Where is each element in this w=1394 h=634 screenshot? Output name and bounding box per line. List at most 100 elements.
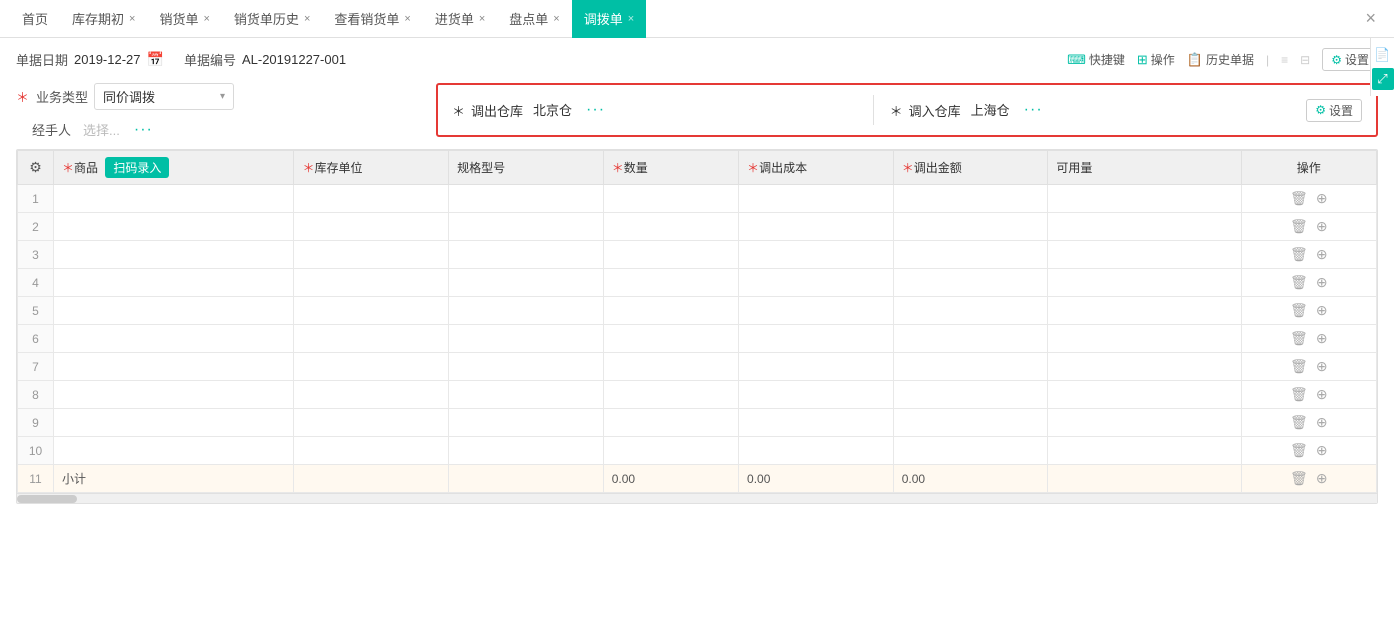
row-amount[interactable]	[893, 241, 1048, 269]
row-spec[interactable]	[449, 409, 604, 437]
row-unit[interactable]	[294, 409, 449, 437]
row-available[interactable]	[1048, 213, 1241, 241]
row-amount[interactable]	[893, 269, 1048, 297]
row-available[interactable]	[1048, 325, 1241, 353]
row-cost[interactable]	[739, 409, 894, 437]
row-qty[interactable]	[603, 269, 738, 297]
row-spec[interactable]	[449, 269, 604, 297]
horizontal-scrollbar[interactable]	[17, 493, 1377, 503]
row-amount[interactable]	[893, 185, 1048, 213]
delete-icon[interactable]: 🗑	[1290, 358, 1308, 375]
row-spec[interactable]	[449, 353, 604, 381]
business-type-select[interactable]: 同价调拨 ▾	[94, 83, 234, 110]
row-available[interactable]	[1048, 437, 1241, 465]
right-panel-doc-button[interactable]: 📄	[1372, 44, 1394, 66]
row-amount[interactable]	[893, 213, 1048, 241]
row-qty[interactable]	[603, 381, 738, 409]
row-amount[interactable]	[893, 297, 1048, 325]
calendar-icon[interactable]: 📅	[147, 51, 164, 68]
copy-icon[interactable]: ⊕	[1316, 330, 1328, 347]
row-available[interactable]	[1048, 241, 1241, 269]
row-spec[interactable]	[449, 241, 604, 269]
warehouse-settings-btn[interactable]: ⚙ 设置	[1306, 99, 1362, 122]
row-unit[interactable]	[294, 437, 449, 465]
row-qty[interactable]	[603, 241, 738, 269]
row-qty[interactable]	[603, 185, 738, 213]
scrollbar-thumb[interactable]	[17, 495, 77, 503]
copy-icon[interactable]: ⊕	[1316, 218, 1328, 235]
row-qty[interactable]	[603, 409, 738, 437]
row-goods[interactable]	[54, 353, 294, 381]
row-available[interactable]	[1048, 297, 1241, 325]
transfer-in-more-icon[interactable]: ···	[1024, 101, 1043, 119]
tab-transfer-order-close[interactable]: ×	[628, 13, 634, 25]
table-settings-header[interactable]: ⚙	[18, 151, 54, 185]
right-panel-expand-button[interactable]: ⤢	[1372, 68, 1394, 90]
copy-icon[interactable]: ⊕	[1316, 442, 1328, 459]
row-spec[interactable]	[449, 325, 604, 353]
scan-entry-button[interactable]: 扫码录入	[105, 157, 169, 178]
row-goods[interactable]	[54, 269, 294, 297]
shortcuts-button[interactable]: ⌨ 快捷键	[1067, 51, 1125, 68]
copy-icon[interactable]: ⊕	[1316, 358, 1328, 375]
row-available[interactable]	[1048, 353, 1241, 381]
row-spec[interactable]	[449, 437, 604, 465]
row-available[interactable]	[1048, 269, 1241, 297]
delete-icon[interactable]: 🗑	[1290, 274, 1308, 291]
row-spec[interactable]	[449, 381, 604, 409]
row-amount[interactable]	[893, 325, 1048, 353]
operations-button[interactable]: ⊞ 操作	[1137, 51, 1175, 68]
row-unit[interactable]	[294, 241, 449, 269]
row-cost[interactable]	[739, 241, 894, 269]
row-cost[interactable]	[739, 381, 894, 409]
row-spec[interactable]	[449, 185, 604, 213]
delete-icon[interactable]: 🗑	[1290, 470, 1308, 487]
row-cost[interactable]	[739, 269, 894, 297]
history-button[interactable]: 📋 历史单据	[1187, 51, 1254, 68]
row-amount[interactable]	[893, 437, 1048, 465]
row-unit[interactable]	[294, 325, 449, 353]
tab-inventory-init-close[interactable]: ×	[129, 13, 135, 25]
copy-icon[interactable]: ⊕	[1316, 274, 1328, 291]
tab-inventory-check-close[interactable]: ×	[553, 13, 559, 25]
table-gear-icon[interactable]: ⚙	[29, 159, 42, 175]
row-goods[interactable]	[54, 325, 294, 353]
delete-icon[interactable]: 🗑	[1290, 330, 1308, 347]
row-qty[interactable]	[603, 297, 738, 325]
row-cost[interactable]	[739, 325, 894, 353]
row-available[interactable]	[1048, 185, 1241, 213]
row-amount[interactable]	[893, 381, 1048, 409]
tab-inventory-init[interactable]: 库存期初 ×	[60, 0, 147, 38]
tab-sales-history[interactable]: 销货单历史 ×	[222, 0, 322, 38]
tab-transfer-order[interactable]: 调拨单 ×	[572, 0, 646, 38]
delete-icon[interactable]: 🗑	[1290, 302, 1308, 319]
row-amount[interactable]	[893, 409, 1048, 437]
tab-sales-history-close[interactable]: ×	[304, 13, 310, 25]
tab-purchase-order-close[interactable]: ×	[479, 13, 485, 25]
copy-icon[interactable]: ⊕	[1316, 386, 1328, 403]
person-placeholder[interactable]: 选择...	[83, 120, 120, 139]
row-unit[interactable]	[294, 297, 449, 325]
delete-icon[interactable]: 🗑	[1290, 442, 1308, 459]
row-spec[interactable]	[449, 213, 604, 241]
copy-icon[interactable]: ⊕	[1316, 470, 1328, 487]
transfer-out-more-icon[interactable]: ···	[586, 101, 605, 119]
row-qty[interactable]	[603, 213, 738, 241]
row-cost[interactable]	[739, 353, 894, 381]
delete-icon[interactable]: 🗑	[1290, 386, 1308, 403]
row-unit[interactable]	[294, 381, 449, 409]
row-goods[interactable]	[54, 213, 294, 241]
row-unit[interactable]	[294, 185, 449, 213]
row-cost[interactable]	[739, 437, 894, 465]
delete-icon[interactable]: 🗑	[1290, 190, 1308, 207]
row-available[interactable]	[1048, 381, 1241, 409]
row-qty[interactable]	[603, 353, 738, 381]
delete-icon[interactable]: 🗑	[1290, 218, 1308, 235]
row-unit[interactable]	[294, 353, 449, 381]
delete-icon[interactable]: 🗑	[1290, 414, 1308, 431]
tab-view-sales[interactable]: 查看销货单 ×	[322, 0, 422, 38]
row-cost[interactable]	[739, 185, 894, 213]
row-goods[interactable]	[54, 297, 294, 325]
row-goods[interactable]	[54, 437, 294, 465]
row-spec[interactable]	[449, 297, 604, 325]
